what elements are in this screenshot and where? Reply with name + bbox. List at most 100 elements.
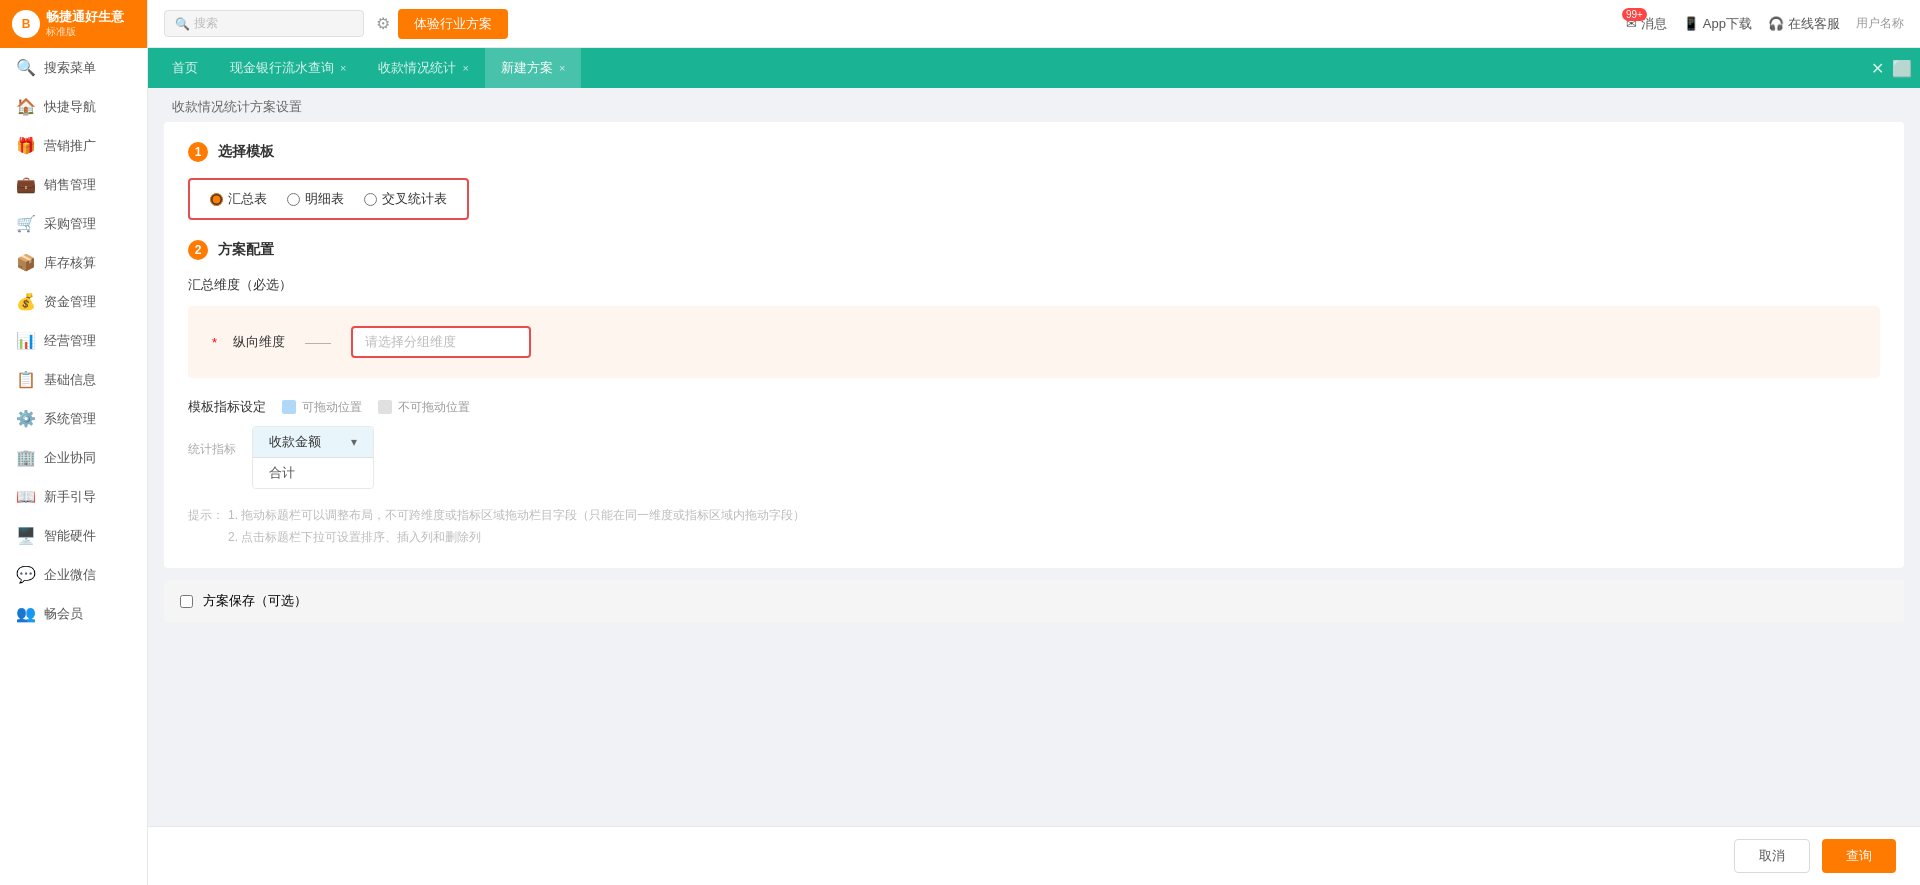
- cancel-button[interactable]: 取消: [1734, 839, 1810, 873]
- tabbar: 首页 现金银行流水查询 × 收款情况统计 × 新建方案 × ✕ ⬜: [148, 48, 1920, 88]
- tab-new-plan[interactable]: 新建方案 ×: [485, 48, 581, 88]
- dimension-select-placeholder: 请选择分组维度: [365, 333, 456, 351]
- sidebar-item-member[interactable]: 👥 畅会员: [0, 594, 147, 633]
- step2-title: 方案配置: [218, 241, 274, 259]
- indicator-row-total-text: 合计: [269, 465, 295, 480]
- system-icon: ⚙️: [16, 409, 36, 428]
- hint-not-draggable-color: [378, 400, 392, 414]
- sidebar-item-wechat-label: 企业微信: [44, 566, 96, 584]
- search-placeholder: 搜索: [194, 15, 218, 32]
- sales-icon: 💼: [16, 175, 36, 194]
- sidebar-item-system-label: 系统管理: [44, 410, 96, 428]
- radio-detail-label: 明细表: [305, 190, 344, 208]
- vertical-dimension-row: * 纵向维度 —— 请选择分组维度: [212, 326, 1856, 358]
- sidebar-item-sales-label: 销售管理: [44, 176, 96, 194]
- radio-cross[interactable]: 交叉统计表: [364, 190, 447, 208]
- radio-cross-input[interactable]: [364, 193, 377, 206]
- sidebar-item-inventory[interactable]: 📦 库存核算: [0, 243, 147, 282]
- tip-prefix-1: 提示：: [188, 505, 224, 527]
- sidebar-item-finance[interactable]: 💰 资金管理: [0, 282, 147, 321]
- page-title-bar: 收款情况统计方案设置: [148, 88, 1920, 122]
- hint-draggable-color: [282, 400, 296, 414]
- window-close-icon[interactable]: ✕: [1871, 59, 1884, 78]
- sidebar-nav: 🔍 搜索菜单 🏠 快捷导航 🎁 营销推广 💼 销售管理 🛒 采购管理 📦 库存核…: [0, 48, 147, 885]
- marketing-icon: 🎁: [16, 136, 36, 155]
- tab-receipt-stats-close[interactable]: ×: [462, 62, 468, 74]
- save-checkbox[interactable]: [180, 595, 193, 608]
- sidebar-item-search-label: 搜索菜单: [44, 59, 96, 77]
- indicator-table-header[interactable]: 收款金额 ▾: [253, 427, 373, 458]
- sidebar-item-inventory-label: 库存核算: [44, 254, 96, 272]
- sidebar-item-wechat[interactable]: 💬 企业微信: [0, 555, 147, 594]
- hint-not-draggable: 不可拖动位置: [378, 399, 470, 416]
- notification-item[interactable]: ✉ 99+ 消息: [1626, 15, 1667, 33]
- notification-badge: 99+: [1622, 8, 1647, 21]
- indicator-chevron-icon[interactable]: ▾: [351, 435, 357, 449]
- tab-receipt-stats[interactable]: 收款情况统计 ×: [362, 48, 484, 88]
- download-icon: 📱: [1683, 16, 1699, 31]
- sidebar-item-hardware-label: 智能硬件: [44, 527, 96, 545]
- app-download-item[interactable]: 📱 App下载: [1683, 15, 1752, 33]
- online-service-item[interactable]: 🎧 在线客服: [1768, 15, 1840, 33]
- trial-industry-button[interactable]: 体验行业方案: [398, 9, 508, 39]
- sidebar-item-search[interactable]: 🔍 搜索菜单: [0, 48, 147, 87]
- enterprise-icon: 🏢: [16, 448, 36, 467]
- tip-item-2: 提示： 2. 点击标题栏下拉可设置排序、插入列和删除列: [188, 527, 1880, 549]
- indicator-table: 收款金额 ▾ 合计: [252, 426, 374, 489]
- settings-gear-icon[interactable]: ⚙: [376, 14, 390, 33]
- sidebar-item-newbie[interactable]: 📖 新手引导: [0, 477, 147, 516]
- app-download-label: App下载: [1703, 15, 1752, 33]
- category-column: 统计指标: [188, 426, 236, 489]
- save-section: 方案保存（可选）: [164, 580, 1904, 622]
- tab-cashflow-close[interactable]: ×: [340, 62, 346, 74]
- dimension-area: * 纵向维度 —— 请选择分组维度: [188, 306, 1880, 378]
- sidebar-item-operations[interactable]: 📊 经营管理: [0, 321, 147, 360]
- template-radio-group: 汇总表 明细表 交叉统计表: [210, 190, 447, 208]
- tab-home[interactable]: 首页: [156, 48, 214, 88]
- tip-text-1: 1. 拖动标题栏可以调整布局，不可跨维度或指标区域拖动栏目字段（只能在同一维度或…: [228, 505, 805, 527]
- sidebar-item-enterprise-label: 企业协同: [44, 449, 96, 467]
- arrow-separator: ——: [305, 335, 331, 350]
- sidebar-item-quicknav[interactable]: 🏠 快捷导航: [0, 87, 147, 126]
- sidebar-item-newbie-label: 新手引导: [44, 488, 96, 506]
- topbar-search-box[interactable]: 🔍 搜索: [164, 10, 364, 37]
- sidebar-item-system[interactable]: ⚙️ 系统管理: [0, 399, 147, 438]
- sidebar-item-finance-label: 资金管理: [44, 293, 96, 311]
- sidebar-item-marketing-label: 营销推广: [44, 137, 96, 155]
- radio-summary[interactable]: 汇总表: [210, 190, 267, 208]
- query-button[interactable]: 查询: [1822, 839, 1896, 873]
- tab-new-plan-close[interactable]: ×: [559, 62, 565, 74]
- window-controls: ✕ ⬜: [1871, 59, 1912, 78]
- tab-receipt-stats-label: 收款情况统计: [378, 59, 456, 77]
- sidebar-item-marketing[interactable]: 🎁 营销推广: [0, 126, 147, 165]
- sidebar-item-purchase[interactable]: 🛒 采购管理: [0, 204, 147, 243]
- step1-num: 1: [188, 142, 208, 162]
- radio-summary-label: 汇总表: [228, 190, 267, 208]
- template-selection: 汇总表 明细表 交叉统计表: [188, 178, 469, 220]
- sidebar-item-sales[interactable]: 💼 销售管理: [0, 165, 147, 204]
- sidebar: B 畅捷通好生意 标准版 🔍 搜索菜单 🏠 快捷导航 🎁 营销推广 💼 销售管理…: [0, 0, 148, 885]
- radio-detail[interactable]: 明细表: [287, 190, 344, 208]
- indicator-header-text: 收款金额: [269, 433, 321, 451]
- logo-icon: B: [12, 10, 40, 38]
- indicator-header-row: 模板指标设定 可拖动位置 不可拖动位置: [188, 398, 1880, 416]
- radio-detail-input[interactable]: [287, 193, 300, 206]
- tip-item-1: 提示： 1. 拖动标题栏可以调整布局，不可跨维度或指标区域拖动栏目字段（只能在同…: [188, 505, 1880, 527]
- sidebar-item-hardware[interactable]: 🖥️ 智能硬件: [0, 516, 147, 555]
- radio-cross-label: 交叉统计表: [382, 190, 447, 208]
- home-icon: 🏠: [16, 97, 36, 116]
- sidebar-item-enterprise[interactable]: 🏢 企业协同: [0, 438, 147, 477]
- window-maximize-icon[interactable]: ⬜: [1892, 59, 1912, 78]
- step1-title: 选择模板: [218, 143, 274, 161]
- online-service-label: 在线客服: [1788, 15, 1840, 33]
- radio-summary-input[interactable]: [210, 193, 223, 206]
- topbar-actions: ✉ 99+ 消息 📱 App下载 🎧 在线客服 用户名称: [1626, 15, 1904, 33]
- sidebar-item-basic[interactable]: 📋 基础信息: [0, 360, 147, 399]
- indicator-section: 模板指标设定 可拖动位置 不可拖动位置 统计指标: [188, 398, 1880, 489]
- hardware-icon: 🖥️: [16, 526, 36, 545]
- tab-cashflow[interactable]: 现金银行流水查询 ×: [214, 48, 362, 88]
- sidebar-item-purchase-label: 采购管理: [44, 215, 96, 233]
- sidebar-item-quicknav-label: 快捷导航: [44, 98, 96, 116]
- summary-dimension-section: 汇总维度（必选） * 纵向维度 —— 请选择分组维度: [188, 276, 1880, 378]
- dimension-select[interactable]: 请选择分组维度: [351, 326, 531, 358]
